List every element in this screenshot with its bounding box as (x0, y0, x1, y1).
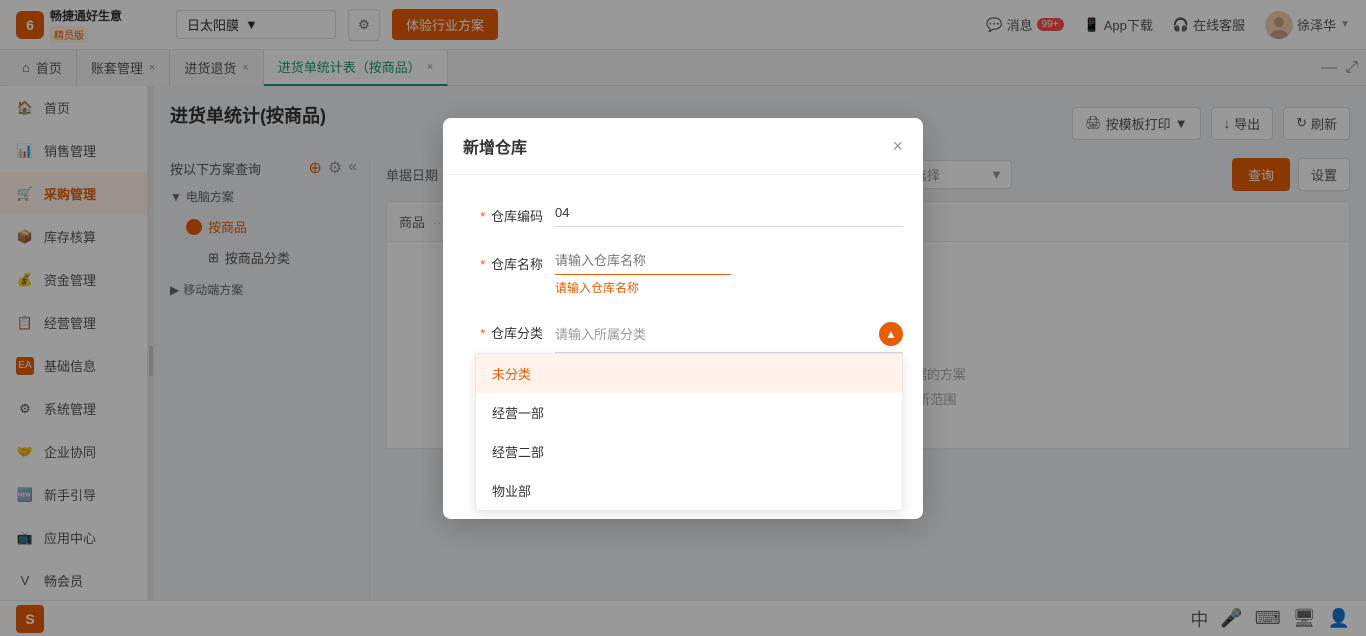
dropdown-option-0[interactable]: 未分类 (476, 354, 902, 393)
code-field-row: * 仓库编码 (463, 199, 903, 227)
dropdown-option-3[interactable]: 物业部 (476, 471, 902, 510)
name-error-msg: 请输入仓库名称 (555, 281, 639, 295)
modal-overlay: 新增仓库 × * 仓库编码 * 仓库名称 (0, 0, 1366, 636)
modal-title: 新增仓库 (463, 134, 527, 158)
name-label: * 仓库名称 (463, 247, 543, 275)
category-select-wrap: 请输入所属分类 ▲ 未分类 经营一部 经营二部 (555, 316, 903, 353)
category-field-row: * 仓库分类 请输入所属分类 ▲ 未分类 经营一部 (463, 316, 903, 353)
category-dropdown-list: 未分类 经营一部 经营二部 物业部 (475, 353, 903, 511)
dropdown-option-2[interactable]: 经营二部 (476, 432, 902, 471)
warehouse-code-input[interactable] (555, 199, 903, 227)
dropdown-up-icon: ▲ (879, 322, 903, 346)
name-field-row: * 仓库名称 请输入仓库名称 (463, 247, 903, 296)
warehouse-name-input[interactable] (555, 247, 731, 275)
modal-close-button[interactable]: × (892, 137, 903, 155)
dropdown-option-1[interactable]: 经营一部 (476, 393, 902, 432)
category-dropdown-trigger[interactable]: 请输入所属分类 ▲ (555, 316, 903, 353)
category-label: * 仓库分类 (463, 316, 543, 342)
code-label: * 仓库编码 (463, 199, 543, 225)
category-placeholder: 请输入所属分类 (555, 324, 646, 343)
modal-body: * 仓库编码 * 仓库名称 请输入仓库名称 (443, 175, 923, 452)
add-warehouse-modal: 新增仓库 × * 仓库编码 * 仓库名称 (443, 118, 923, 519)
modal-header: 新增仓库 × (443, 118, 923, 175)
